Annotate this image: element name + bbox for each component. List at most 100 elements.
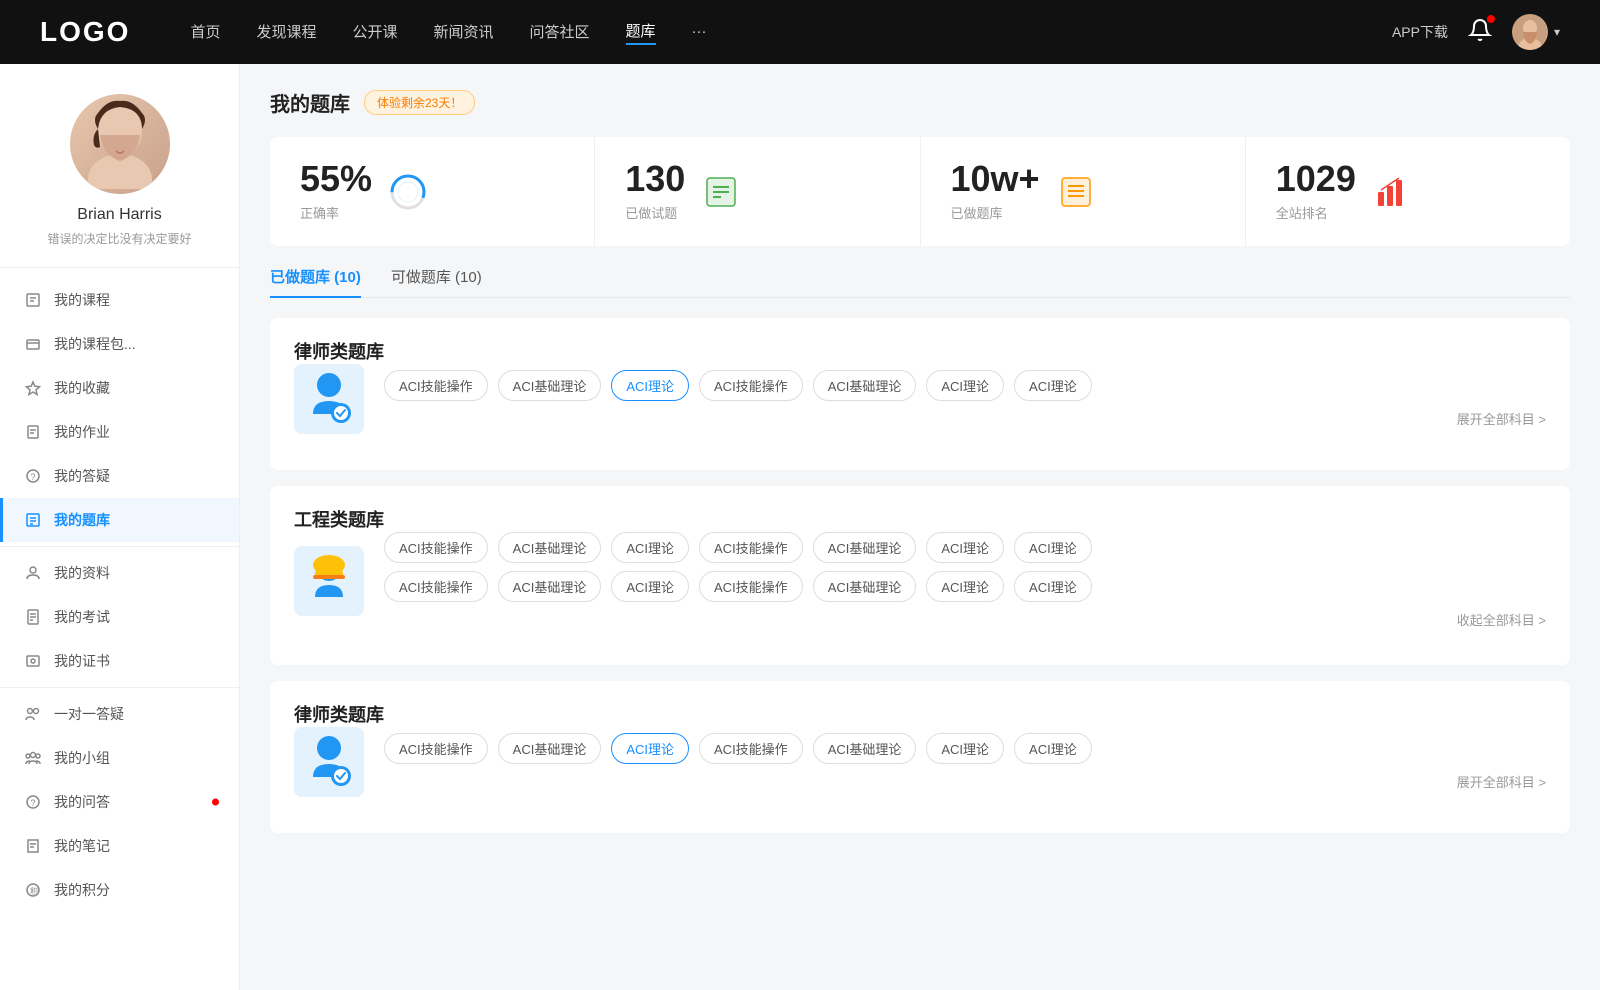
user-avatar-wrap[interactable]: ▾ [1512, 14, 1560, 50]
sidebar-label-packages: 我的课程包... [54, 334, 136, 354]
stat-card-done-banks: 10w+ 已做题库 [921, 137, 1246, 246]
tag[interactable]: ACI基础理论 [813, 532, 917, 563]
sidebar-label-profile: 我的资料 [54, 563, 110, 583]
tag[interactable]: ACI技能操作 [699, 370, 803, 401]
tag[interactable]: ACI基础理论 [498, 733, 602, 764]
nav-open-course[interactable]: 公开课 [352, 21, 397, 44]
nav-more[interactable]: ··· [692, 23, 707, 42]
tag[interactable]: ACI理论 [611, 571, 689, 602]
sidebar-label-one-on-one: 一对一答疑 [54, 704, 124, 724]
sidebar-item-exams[interactable]: 我的考试 [0, 595, 239, 639]
tag[interactable]: ACI基础理论 [498, 532, 602, 563]
sidebar-item-points[interactable]: 积 我的积分 [0, 868, 239, 912]
expand-btn-lawyer-1[interactable]: 展开全部科目 > [384, 409, 1546, 428]
sidebar-item-homework[interactable]: 我的作业 [0, 410, 239, 454]
logo[interactable]: LOGO [40, 16, 130, 48]
stat-card-accuracy: 55% 正确率 [270, 137, 595, 246]
sidebar-label-points: 我的积分 [54, 880, 110, 900]
sidebar-item-groups[interactable]: 我的小组 [0, 736, 239, 780]
profile-icon [24, 564, 42, 582]
tag[interactable]: ACI理论 [926, 571, 1004, 602]
bank-icon-lawyer-2 [294, 727, 364, 797]
star-icon [24, 379, 42, 397]
question-bank-icon [24, 511, 42, 529]
tag[interactable]: ACI理论 [1014, 571, 1092, 602]
expand-btn-lawyer-2[interactable]: 展开全部科目 > [384, 772, 1546, 791]
stat-card-done-questions: 130 已做试题 [595, 137, 920, 246]
sidebar-item-profile[interactable]: 我的资料 [0, 551, 239, 595]
tab-done-banks[interactable]: 已做题库 (10) [270, 266, 361, 297]
sidebar-item-favorites[interactable]: 我的收藏 [0, 366, 239, 410]
bank-card-engineer: 工程类题库 ACI技能操作 ACI基础理论 ACI理 [270, 486, 1570, 665]
sidebar-label-courses: 我的课程 [54, 290, 110, 310]
sidebar-item-courses[interactable]: 我的课程 [0, 278, 239, 322]
svg-text:?: ? [31, 472, 36, 482]
sidebar-label-questions: 我的问答 [54, 792, 110, 812]
bank-card-lawyer-2: 律师类题库 ACI技能操作 ACI基础理论 ACI理论 [270, 681, 1570, 833]
tags-row-lawyer-2: ACI技能操作 ACI基础理论 ACI理论 ACI技能操作 ACI基础理论 AC… [384, 733, 1546, 764]
collapse-btn-engineer[interactable]: 收起全部科目 > [384, 610, 1546, 629]
stat-label-done-banks: 已做题库 [951, 203, 1040, 222]
sidebar-item-one-on-one[interactable]: 一对一答疑 [0, 692, 239, 736]
tag[interactable]: ACI基础理论 [813, 370, 917, 401]
profile-motto: 错误的决定比没有决定要好 [47, 230, 191, 247]
profile-section: Brian Harris 错误的决定比没有决定要好 [0, 94, 239, 268]
tag[interactable]: ACI技能操作 [384, 733, 488, 764]
exams-icon [24, 608, 42, 626]
tag[interactable]: ACI技能操作 [699, 571, 803, 602]
sidebar-menu: 我的课程 我的课程包... 我的收藏 [0, 268, 239, 922]
tag[interactable]: ACI技能操作 [699, 532, 803, 563]
stat-value-accuracy: 55% [300, 161, 372, 197]
tag[interactable]: ACI技能操作 [384, 571, 488, 602]
one-on-one-icon [24, 705, 42, 723]
ranking-icon [1372, 172, 1412, 212]
nav-qa[interactable]: 问答社区 [530, 21, 590, 44]
notes-icon [24, 837, 42, 855]
tag[interactable]: ACI理论 [1014, 532, 1092, 563]
chevron-down-icon: ▾ [1554, 25, 1560, 39]
navbar: LOGO 首页 发现课程 公开课 新闻资讯 问答社区 题库 ··· APP下载 [0, 0, 1600, 64]
tag[interactable]: ACI基础理论 [498, 571, 602, 602]
tag[interactable]: ACI理论 [926, 733, 1004, 764]
nav-question-bank[interactable]: 题库 [626, 20, 656, 45]
sidebar-item-qa[interactable]: ? 我的答疑 [0, 454, 239, 498]
tag[interactable]: ACI技能操作 [384, 370, 488, 401]
stat-label-accuracy: 正确率 [300, 203, 372, 222]
sidebar-item-notes[interactable]: 我的笔记 [0, 824, 239, 868]
tag[interactable]: ACI技能操作 [699, 733, 803, 764]
nav-discover[interactable]: 发现课程 [256, 21, 316, 44]
stat-info-done-questions: 130 已做试题 [625, 161, 685, 222]
stat-card-ranking: 1029 全站排名 [1246, 137, 1570, 246]
tag[interactable]: ACI基础理论 [498, 370, 602, 401]
nav-home[interactable]: 首页 [190, 21, 220, 44]
sidebar-item-certificates[interactable]: 我的证书 [0, 639, 239, 683]
tag-active[interactable]: ACI理论 [611, 370, 689, 401]
tag[interactable]: ACI基础理论 [813, 733, 917, 764]
tag[interactable]: ACI理论 [1014, 733, 1092, 764]
sidebar-item-question-bank[interactable]: 我的题库 [0, 498, 239, 542]
tag[interactable]: ACI基础理论 [813, 571, 917, 602]
nav-news[interactable]: 新闻资讯 [434, 21, 494, 44]
tag[interactable]: ACI技能操作 [384, 532, 488, 563]
bank-card-lawyer-1: 律师类题库 ACI技能操作 ACI基础理论 ACI理论 [270, 318, 1570, 470]
app-download-btn[interactable]: APP下载 [1392, 22, 1448, 42]
done-questions-icon [701, 172, 741, 212]
sidebar-item-packages[interactable]: 我的课程包... [0, 322, 239, 366]
page-header: 我的题库 体验剩余23天！ [270, 88, 1570, 117]
svg-text:积: 积 [30, 886, 38, 896]
accuracy-chart-icon [388, 172, 428, 212]
notification-bell[interactable] [1468, 18, 1492, 47]
tabs-row: 已做题库 (10) 可做题库 (10) [270, 266, 1570, 298]
sidebar-divider-1 [0, 546, 239, 547]
sidebar-label-groups: 我的小组 [54, 748, 110, 768]
cert-icon [24, 652, 42, 670]
tag[interactable]: ACI理论 [1014, 370, 1092, 401]
tag[interactable]: ACI理论 [611, 532, 689, 563]
bank-title-engineer: 工程类题库 [294, 506, 1546, 532]
tag[interactable]: ACI理论 [926, 370, 1004, 401]
tab-available-banks[interactable]: 可做题库 (10) [391, 266, 482, 297]
sidebar-item-questions[interactable]: ? 我的问答 [0, 780, 239, 824]
tag[interactable]: ACI理论 [926, 532, 1004, 563]
sidebar-label-exams: 我的考试 [54, 607, 110, 627]
tag-active[interactable]: ACI理论 [611, 733, 689, 764]
